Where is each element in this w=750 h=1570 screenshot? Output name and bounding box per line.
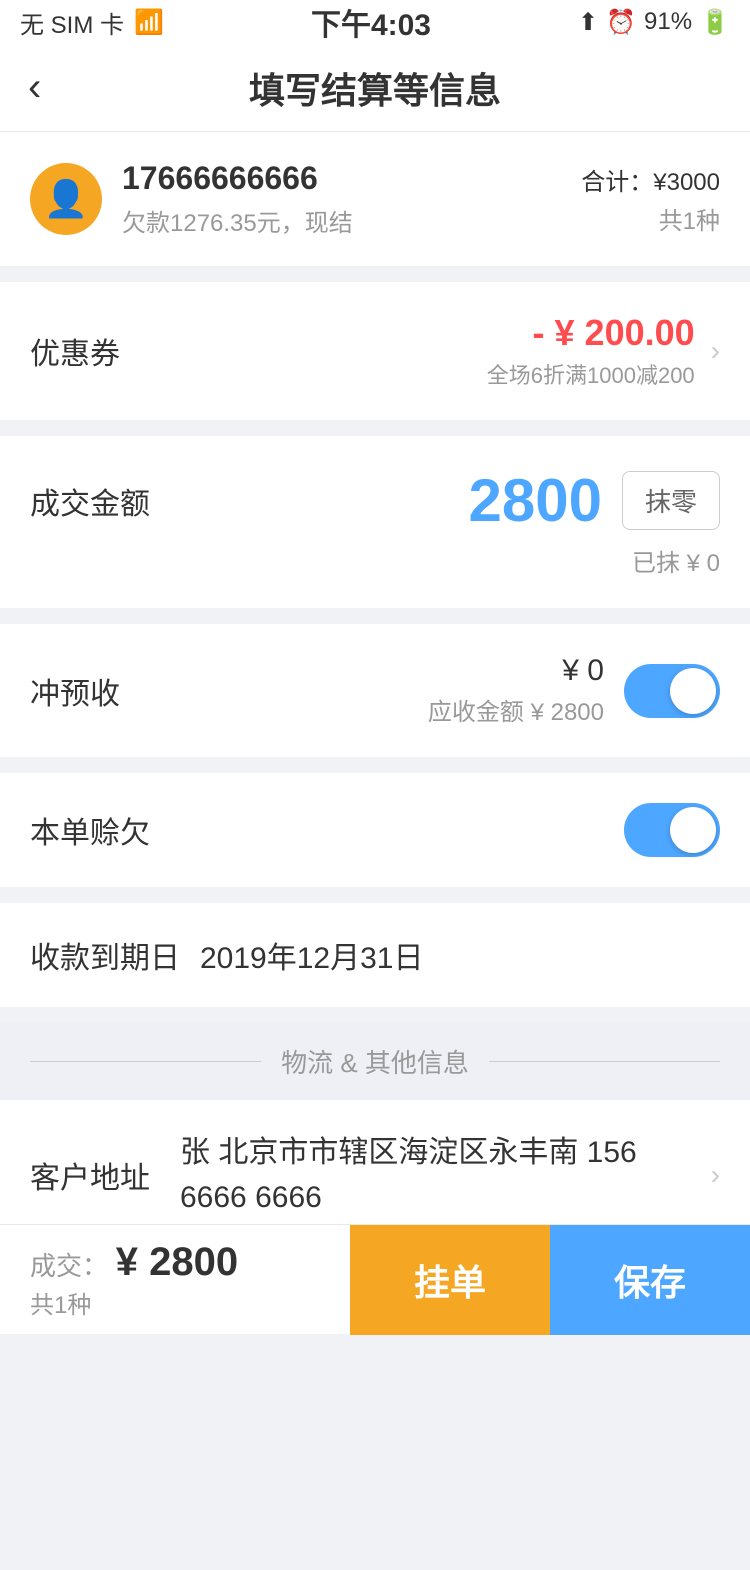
status-bar: 无 SIM 卡 📶 下午4:03 ⬆ ⏰ 91% 🔋 [0,0,750,44]
battery-icon: 🔋 [700,8,730,37]
prereceive-row: 冲预收 ¥ 0 应收金额 ¥ 2800 [30,654,720,727]
coupon-row[interactable]: 优惠券 - ¥ 200.00 全场6折满1000减200 › [0,282,750,420]
coupon-section: 优惠券 - ¥ 200.00 全场6折满1000减200 › [0,282,750,420]
round-button[interactable]: 抹零 [622,471,720,530]
deal-row: 成交金额 2800 抹零 [30,466,720,535]
address-value: 张 北京市市辖区海淀区永丰南 156 6666 6666 [180,1130,711,1220]
status-left: 无 SIM 卡 📶 [20,5,164,40]
hang-button[interactable]: 挂单 [350,1225,550,1335]
arrears-label: 本单赊欠 [30,808,150,852]
prereceive-sub: 应收金额 ¥ 2800 [428,692,604,727]
deal-right: 2800 抹零 [469,466,721,535]
coupon-desc: 全场6折满1000减200 [487,358,695,390]
save-button[interactable]: 保存 [550,1225,750,1335]
arrears-toggle[interactable] [624,803,720,857]
bottom-deal-price: ¥ 2800 [116,1240,238,1284]
duedate-section: 收款到期日 2019年12月31日 [0,903,750,1007]
divider-line-left [30,1061,261,1062]
prereceive-amount: ¥ 0 应收金额 ¥ 2800 [428,654,604,727]
duedate-value: 2019年12月31日 [200,933,423,977]
address-chevron-icon: › [711,1159,720,1191]
coupon-right: - ¥ 200.00 全场6折满1000减200 › [487,312,720,390]
nav-bar: ‹ 填写结算等信息 [0,44,750,132]
bottom-deal-row: 成交： ¥ 2800 [30,1240,320,1285]
page-title: 填写结算等信息 [249,62,501,114]
deal-section: 成交金额 2800 抹零 已抹 ¥ 0 [0,436,750,608]
bottom-summary: 成交： ¥ 2800 共1种 [0,1240,350,1320]
customer-right: 合计：¥3000 共1种 [581,162,720,236]
content: 👤 17666666666 欠款1276.35元，现结 合计：¥3000 共1种… [0,132,750,1570]
logistics-divider: 物流 & 其他信息 [0,1023,750,1100]
coupon-info: - ¥ 200.00 全场6折满1000减200 [487,312,695,390]
wifi-icon: 📶 [134,8,164,37]
divider-line-right [489,1061,720,1062]
customer-debt: 欠款1276.35元，现结 [122,203,353,238]
avatar-icon: 👤 [44,178,89,220]
arrears-section: 本单赊欠 [0,773,750,887]
coupon-label: 优惠券 [30,329,120,373]
deal-amount: 2800 [469,466,602,535]
divider-text: 物流 & 其他信息 [261,1043,489,1080]
duedate-label: 收款到期日 [30,933,180,977]
location-icon: ⬆ [578,8,598,37]
bottom-bar: 成交： ¥ 2800 共1种 挂单 保存 [0,1224,750,1334]
prereceive-toggle[interactable] [624,664,720,718]
alarm-icon: ⏰ [606,8,636,37]
back-button[interactable]: ‹ [28,65,41,110]
status-time: 下午4:03 [311,0,431,44]
prereceive-section: 冲预收 ¥ 0 应收金额 ¥ 2800 [0,624,750,757]
customer-left: 👤 17666666666 欠款1276.35元，现结 [30,160,353,238]
status-right: ⬆ ⏰ 91% 🔋 [578,8,730,37]
customer-phone: 17666666666 [122,160,353,197]
coupon-discount: - ¥ 200.00 [487,312,695,354]
total-label: 合计：¥3000 [581,162,720,197]
prereceive-label: 冲预收 [30,669,120,713]
bottom-deal-count: 共1种 [30,1285,320,1320]
customer-card: 👤 17666666666 欠款1276.35元，现结 合计：¥3000 共1种 [0,132,750,266]
avatar: 👤 [30,163,102,235]
chevron-right-icon: › [711,335,720,367]
address-label: 客户地址 [30,1153,150,1197]
no-sim-label: 无 SIM 卡 [20,5,124,40]
deal-label: 成交金额 [30,479,150,523]
bottom-deal-text: 成交： [30,1251,108,1281]
battery-label: 91% [644,8,692,36]
prereceive-right: ¥ 0 应收金额 ¥ 2800 [428,654,720,727]
deal-sub: 已抹 ¥ 0 [30,543,720,578]
total-count: 共1种 [581,201,720,236]
prereceive-amount-value: ¥ 0 [428,654,604,688]
customer-info: 17666666666 欠款1276.35元，现结 [122,160,353,238]
